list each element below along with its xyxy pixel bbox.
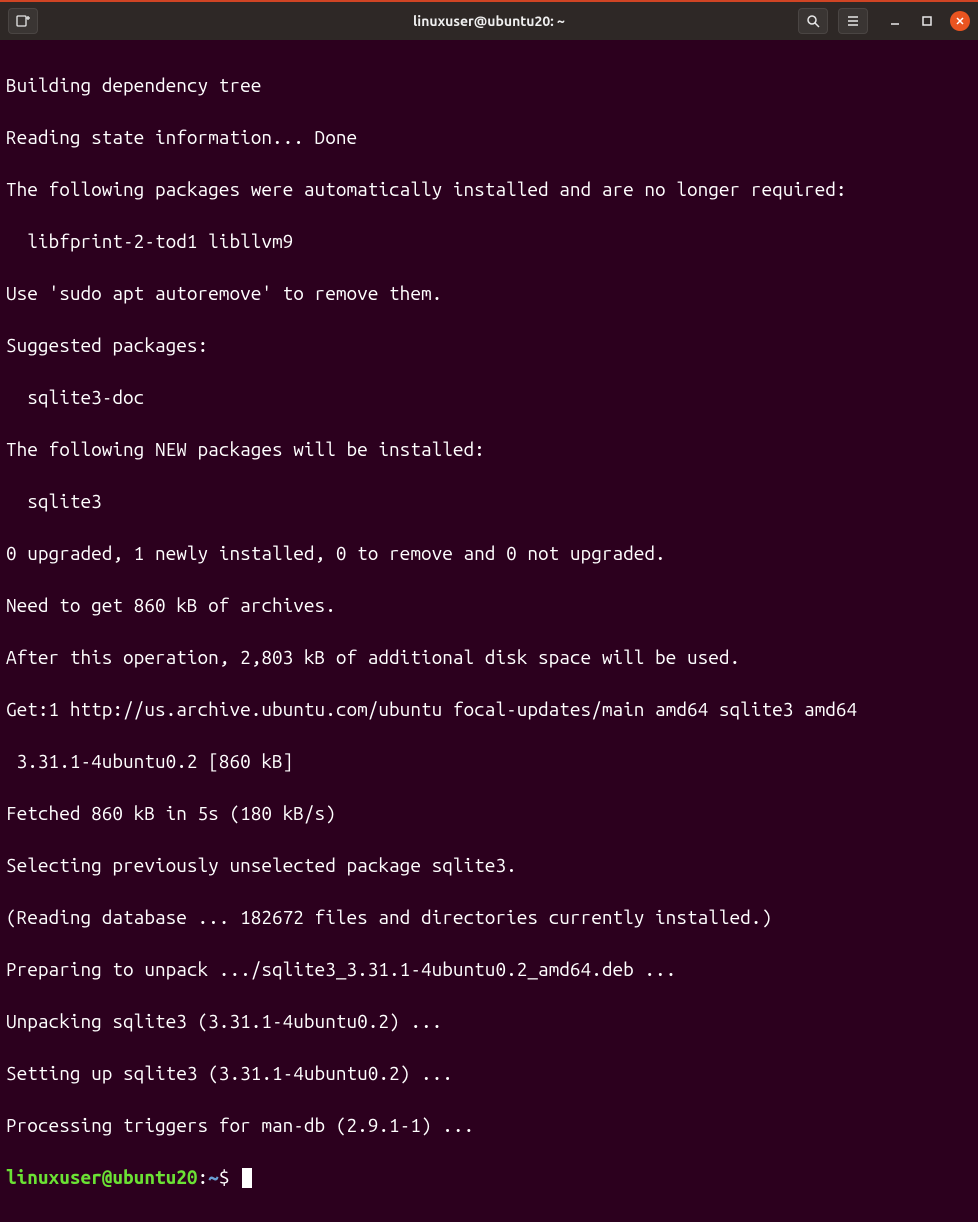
terminal-line: (Reading database ... 182672 files and d… <box>6 904 972 930</box>
terminal-line: Processing triggers for man-db (2.9.1-1)… <box>6 1112 972 1138</box>
hamburger-icon <box>846 14 860 28</box>
terminal-line: Need to get 860 kB of archives. <box>6 592 972 618</box>
terminal-line: Building dependency tree <box>6 72 972 98</box>
terminal-line: Fetched 860 kB in 5s (180 kB/s) <box>6 800 972 826</box>
prompt-symbol: $ <box>219 1166 230 1188</box>
terminal-line: After this operation, 2,803 kB of additi… <box>6 644 972 670</box>
terminal-prompt: linuxuser@ubuntu20:~$ <box>6 1164 972 1190</box>
terminal-line: 0 upgraded, 1 newly installed, 0 to remo… <box>6 540 972 566</box>
titlebar: linuxuser@ubuntu20: ~ <box>0 2 978 40</box>
minimize-button[interactable] <box>886 12 904 30</box>
window-controls <box>886 11 970 31</box>
new-tab-button[interactable] <box>8 8 38 34</box>
terminal-line: libfprint-2-tod1 libllvm9 <box>6 228 972 254</box>
maximize-button[interactable] <box>918 12 936 30</box>
prompt-path: ~ <box>208 1166 219 1188</box>
new-tab-icon <box>16 14 30 28</box>
cursor <box>242 1168 252 1188</box>
terminal-line: The following NEW packages will be insta… <box>6 436 972 462</box>
terminal-line: Reading state information... Done <box>6 124 972 150</box>
terminal-line: The following packages were automaticall… <box>6 176 972 202</box>
maximize-icon <box>921 15 933 27</box>
search-button[interactable] <box>798 8 828 34</box>
terminal-line: 3.31.1-4ubuntu0.2 [860 kB] <box>6 748 972 774</box>
titlebar-left <box>8 8 38 34</box>
titlebar-right <box>798 8 970 34</box>
terminal-line: Selecting previously unselected package … <box>6 852 972 878</box>
terminal-area[interactable]: Building dependency tree Reading state i… <box>0 40 978 1222</box>
terminal-line: sqlite3-doc <box>6 384 972 410</box>
terminal-line: Preparing to unpack .../sqlite3_3.31.1-4… <box>6 956 972 982</box>
window-title: linuxuser@ubuntu20: ~ <box>413 13 565 29</box>
terminal-line: Use 'sudo apt autoremove' to remove them… <box>6 280 972 306</box>
terminal-line: Setting up sqlite3 (3.31.1-4ubuntu0.2) .… <box>6 1060 972 1086</box>
search-icon <box>806 14 820 28</box>
terminal-line: Suggested packages: <box>6 332 972 358</box>
terminal-line: Unpacking sqlite3 (3.31.1-4ubuntu0.2) ..… <box>6 1008 972 1034</box>
prompt-user-host: linuxuser@ubuntu20 <box>6 1166 198 1188</box>
menu-button[interactable] <box>838 8 868 34</box>
prompt-separator: : <box>198 1166 209 1188</box>
close-icon <box>955 16 965 26</box>
close-button[interactable] <box>950 11 970 31</box>
terminal-line: sqlite3 <box>6 488 972 514</box>
terminal-line: Get:1 http://us.archive.ubuntu.com/ubunt… <box>6 696 972 722</box>
minimize-icon <box>889 15 901 27</box>
